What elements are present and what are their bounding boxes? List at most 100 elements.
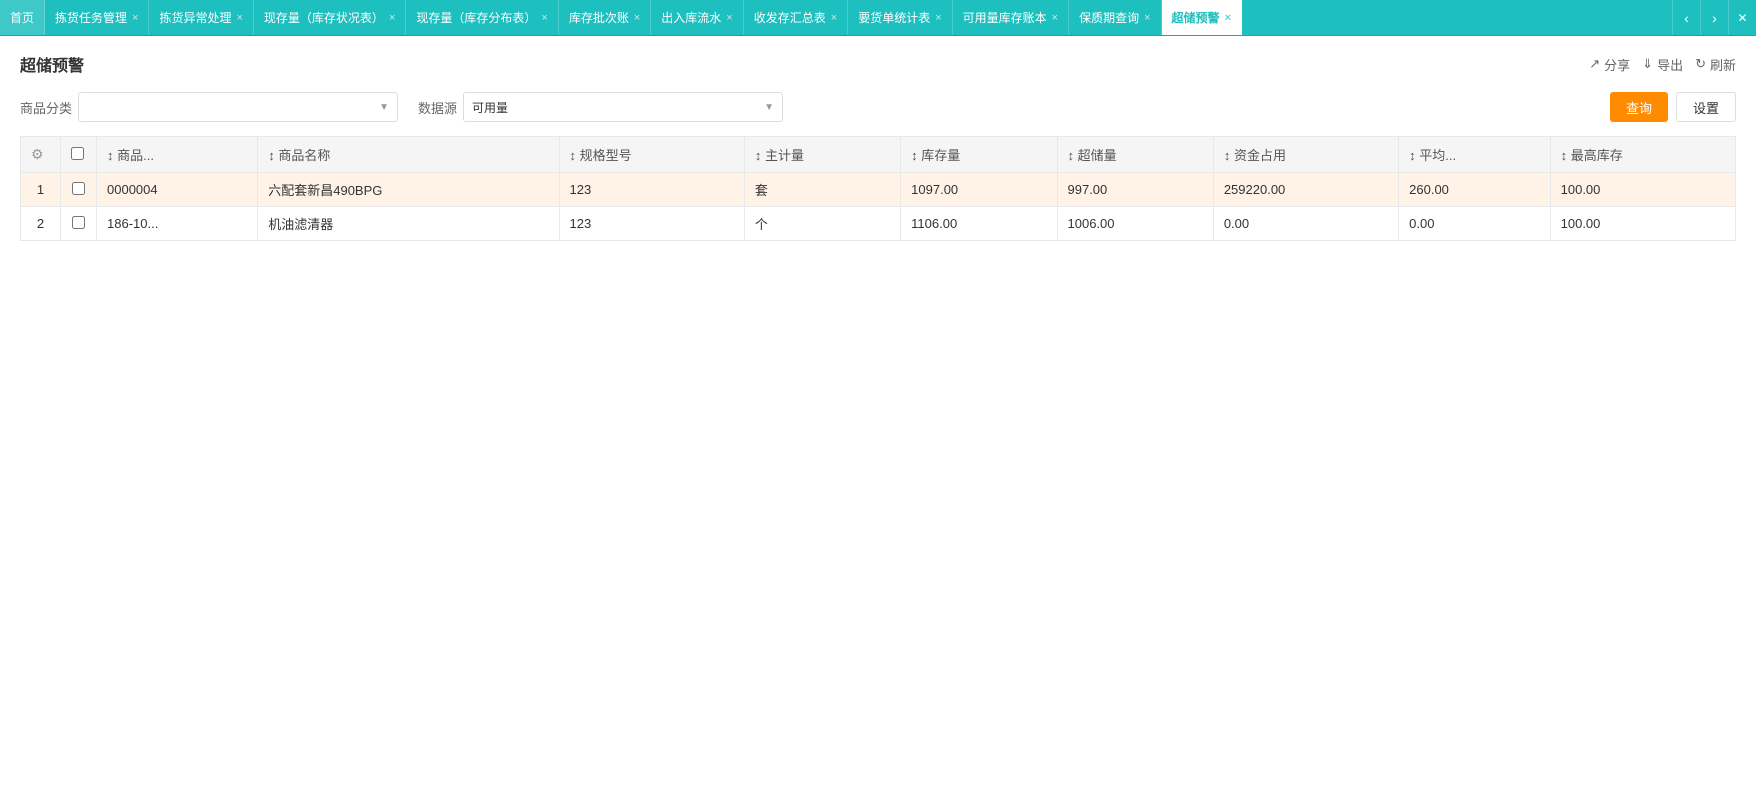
nav-tab-5[interactable]: 库存批次账 × bbox=[559, 0, 651, 36]
nav-tab-close[interactable]: × bbox=[1225, 12, 1231, 24]
nav-close-btn[interactable]: ✕ bbox=[1728, 0, 1756, 36]
col-avg-price: ↕ 平均... bbox=[1399, 137, 1550, 173]
row-checkbox[interactable] bbox=[72, 216, 85, 229]
col-settings: ⚙ bbox=[21, 137, 61, 173]
col-product-code: ↕ 商品... bbox=[97, 137, 258, 173]
filter-bar: 商品分类 ▼ 数据源 可用量 ▼ 查询 设置 bbox=[20, 92, 1736, 122]
nav-tab-close[interactable]: × bbox=[236, 12, 242, 24]
row-num: 1 bbox=[21, 173, 61, 207]
row-spec: 123 bbox=[559, 207, 744, 241]
row-capital: 0.00 bbox=[1213, 207, 1398, 241]
col-max-stock: ↕ 最高库存 bbox=[1550, 137, 1735, 173]
nav-tab-8[interactable]: 要货单统计表 × bbox=[848, 0, 952, 36]
nav-tab-4[interactable]: 现存量（库存分布表） × bbox=[406, 0, 558, 36]
nav-tab-0[interactable]: 首页 bbox=[0, 0, 45, 36]
category-filter: 商品分类 ▼ bbox=[20, 92, 398, 122]
nav-tab-close[interactable]: × bbox=[935, 12, 941, 24]
page-title: 超储预警 bbox=[20, 52, 84, 76]
nav-tab-close[interactable]: × bbox=[634, 12, 640, 24]
datasource-select-value: 可用量 bbox=[472, 99, 508, 116]
col-checkbox-header bbox=[61, 137, 97, 173]
row-spec: 123 bbox=[559, 173, 744, 207]
share-icon: ↗ bbox=[1589, 56, 1600, 72]
row-product-name: 机油滤清器 bbox=[258, 207, 559, 241]
nav-tab-label: 超储预警 bbox=[1172, 9, 1220, 26]
export-icon: ⇓ bbox=[1642, 56, 1653, 72]
export-btn[interactable]: ⇓ 导出 bbox=[1642, 55, 1683, 74]
nav-arrows: ‹ › ✕ bbox=[1672, 0, 1756, 36]
nav-tab-close[interactable]: × bbox=[831, 12, 837, 24]
data-table: ⚙ ↕ 商品... ↕ 商品名称 ↕ 规格型号 ↕ 主计量 ↕ bbox=[20, 136, 1736, 241]
nav-tab-11[interactable]: 超储预警 × bbox=[1162, 0, 1242, 36]
row-unit: 套 bbox=[744, 173, 900, 207]
row-overstock: 997.00 bbox=[1057, 173, 1213, 207]
col-unit: ↕ 主计量 bbox=[744, 137, 900, 173]
row-product-code: 186-10... bbox=[97, 207, 258, 241]
row-capital: 259220.00 bbox=[1213, 173, 1398, 207]
nav-tab-close[interactable]: × bbox=[389, 12, 395, 24]
settings-btn[interactable]: 设置 bbox=[1676, 92, 1736, 122]
refresh-btn[interactable]: ↻ 刷新 bbox=[1695, 55, 1736, 74]
row-avg-price: 0.00 bbox=[1399, 207, 1550, 241]
nav-tab-3[interactable]: 现存量（库存状况表） × bbox=[254, 0, 406, 36]
datasource-filter: 数据源 可用量 ▼ bbox=[418, 92, 783, 122]
header-actions: ↗ 分享 ⇓ 导出 ↻ 刷新 bbox=[1589, 55, 1736, 74]
settings-gear-icon[interactable]: ⚙ bbox=[31, 146, 44, 162]
category-select[interactable]: ▼ bbox=[78, 92, 398, 122]
nav-tab-label: 收发存汇总表 bbox=[754, 9, 826, 26]
nav-tab-close[interactable]: × bbox=[1052, 12, 1058, 24]
nav-tab-6[interactable]: 出入库流水× bbox=[651, 0, 743, 36]
table-row: 1 0000004 六配套新昌490BPG 123 套 1097.00 997.… bbox=[21, 173, 1736, 207]
row-checkbox-cell bbox=[61, 207, 97, 241]
query-btn[interactable]: 查询 bbox=[1610, 92, 1668, 122]
nav-tab-label: 拣货任务管理 bbox=[55, 9, 127, 26]
row-overstock: 1006.00 bbox=[1057, 207, 1213, 241]
nav-tab-2[interactable]: 拣货异常处理 × bbox=[149, 0, 253, 36]
page-header: 超储预警 ↗ 分享 ⇓ 导出 ↻ 刷新 bbox=[20, 52, 1736, 76]
top-nav: 首页拣货任务管理×拣货异常处理×现存量（库存状况表）×现存量（库存分布表）×库存… bbox=[0, 0, 1756, 36]
row-max-stock: 100.00 bbox=[1550, 173, 1735, 207]
row-avg-price: 260.00 bbox=[1399, 173, 1550, 207]
category-label: 商品分类 bbox=[20, 98, 72, 117]
row-checkbox-cell bbox=[61, 173, 97, 207]
select-all-checkbox[interactable] bbox=[71, 147, 84, 160]
nav-next-btn[interactable]: › bbox=[1700, 0, 1728, 36]
row-product-code: 0000004 bbox=[97, 173, 258, 207]
nav-tab-label: 首页 bbox=[10, 9, 34, 26]
nav-tab-label: 可用量库存账本 bbox=[963, 9, 1047, 26]
nav-tab-close[interactable]: × bbox=[1144, 12, 1150, 24]
nav-tab-label: 现存量（库存分布表） bbox=[416, 9, 536, 26]
share-btn[interactable]: ↗ 分享 bbox=[1589, 55, 1630, 74]
row-product-name: 六配套新昌490BPG bbox=[258, 173, 559, 207]
nav-tab-close[interactable]: × bbox=[726, 12, 732, 24]
datasource-label: 数据源 bbox=[418, 98, 457, 117]
nav-tab-label: 保质期查询 bbox=[1079, 9, 1139, 26]
nav-tab-label: 拣货异常处理 bbox=[159, 9, 231, 26]
row-unit: 个 bbox=[744, 207, 900, 241]
refresh-icon: ↻ bbox=[1695, 56, 1706, 72]
nav-prev-btn[interactable]: ‹ bbox=[1672, 0, 1700, 36]
row-checkbox[interactable] bbox=[72, 182, 85, 195]
page-content: 超储预警 ↗ 分享 ⇓ 导出 ↻ 刷新 商品分类 ▼ 数据源 bbox=[0, 36, 1756, 257]
filter-action-btns: 查询 设置 bbox=[1610, 92, 1736, 122]
nav-tab-7[interactable]: 收发存汇总表 × bbox=[744, 0, 848, 36]
col-stock: ↕ 库存量 bbox=[901, 137, 1057, 173]
nav-tab-10[interactable]: 保质期查询 × bbox=[1069, 0, 1161, 36]
row-num: 2 bbox=[21, 207, 61, 241]
nav-tab-1[interactable]: 拣货任务管理 × bbox=[45, 0, 149, 36]
nav-tab-label: 库存批次账 bbox=[569, 9, 629, 26]
table-header-row: ⚙ ↕ 商品... ↕ 商品名称 ↕ 规格型号 ↕ 主计量 ↕ bbox=[21, 137, 1736, 173]
col-capital: ↕ 资金占用 bbox=[1213, 137, 1398, 173]
nav-tab-close[interactable]: × bbox=[132, 12, 138, 24]
nav-tab-close[interactable]: × bbox=[541, 12, 547, 24]
nav-tab-9[interactable]: 可用量库存账本 × bbox=[953, 0, 1069, 36]
table-row: 2 186-10... 机油滤清器 123 个 1106.00 1006.00 … bbox=[21, 207, 1736, 241]
category-chevron-icon: ▼ bbox=[379, 102, 389, 113]
datasource-chevron-icon: ▼ bbox=[764, 102, 774, 113]
nav-tab-label: 要货单统计表 bbox=[858, 9, 930, 26]
row-stock: 1097.00 bbox=[901, 173, 1057, 207]
row-max-stock: 100.00 bbox=[1550, 207, 1735, 241]
col-spec: ↕ 规格型号 bbox=[559, 137, 744, 173]
datasource-select[interactable]: 可用量 ▼ bbox=[463, 92, 783, 122]
nav-tab-label: 现存量（库存状况表） bbox=[264, 9, 384, 26]
